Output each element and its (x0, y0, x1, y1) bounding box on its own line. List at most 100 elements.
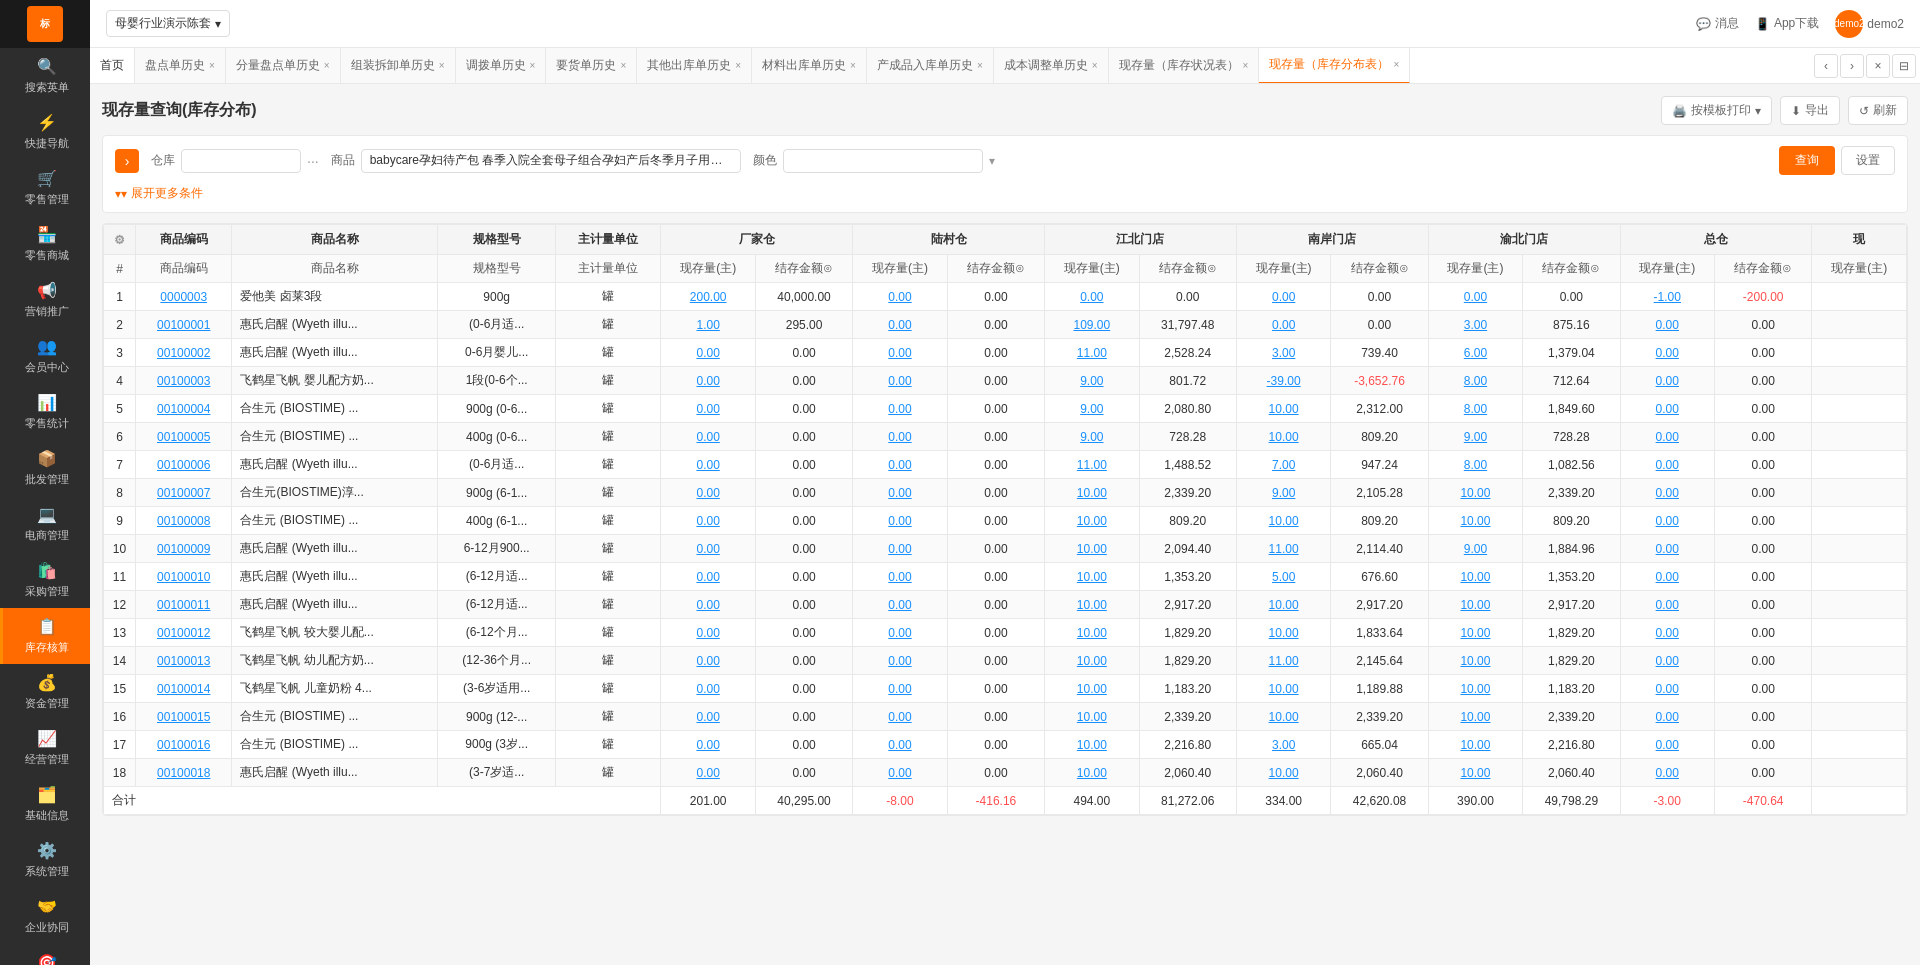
cell-c3-qty[interactable]: 109.00 (1045, 311, 1140, 339)
cell-c1-qty[interactable]: 0.00 (661, 703, 756, 731)
tabs-prev-btn[interactable]: ‹ (1814, 54, 1838, 78)
cell-c3-qty[interactable]: 11.00 (1045, 339, 1140, 367)
cell-c1-qty[interactable]: 0.00 (661, 731, 756, 759)
tab-close-demand[interactable]: × (620, 60, 626, 71)
tab-stock-status[interactable]: 现存量（库存状况表）× (1109, 48, 1260, 84)
cell-c4-qty[interactable]: -39.00 (1236, 367, 1331, 395)
cell-c1-qty[interactable]: 0.00 (661, 479, 756, 507)
cell-c2-qty[interactable]: 0.00 (853, 507, 948, 535)
cell-c2-qty[interactable]: 0.00 (853, 451, 948, 479)
cell-c1-qty[interactable]: 0.00 (661, 423, 756, 451)
cell-code[interactable]: 00100006 (136, 451, 232, 479)
sidebar-item-operations[interactable]: 📈经营管理 (0, 720, 90, 776)
sidebar-item-retail[interactable]: 🛒零售管理 (0, 160, 90, 216)
cell-c1-qty[interactable]: 0.00 (661, 675, 756, 703)
cell-c5-qty[interactable]: 3.00 (1428, 311, 1523, 339)
cell-total-qty[interactable]: 0.00 (1620, 703, 1715, 731)
cell-c4-qty[interactable]: 3.00 (1236, 339, 1331, 367)
cell-c3-qty[interactable]: 10.00 (1045, 535, 1140, 563)
color-input[interactable] (783, 149, 983, 173)
cell-c3-qty[interactable]: 10.00 (1045, 591, 1140, 619)
cell-c5-qty[interactable]: 10.00 (1428, 647, 1523, 675)
sidebar-item-finance[interactable]: 💰资金管理 (0, 664, 90, 720)
cell-total-qty[interactable]: 0.00 (1620, 647, 1715, 675)
cell-code[interactable]: 00100016 (136, 731, 232, 759)
sidebar-item-system[interactable]: ⚙️系统管理 (0, 832, 90, 888)
app-download-action[interactable]: 📱 App下载 (1755, 15, 1819, 32)
cell-c4-qty[interactable]: 11.00 (1236, 647, 1331, 675)
cell-c4-qty[interactable]: 7.00 (1236, 451, 1331, 479)
settings-button[interactable]: 设置 (1841, 146, 1895, 175)
cell-c3-qty[interactable]: 10.00 (1045, 647, 1140, 675)
cell-c4-qty[interactable]: 10.00 (1236, 591, 1331, 619)
sidebar-item-wholesale[interactable]: 📦批发管理 (0, 440, 90, 496)
cell-c3-qty[interactable]: 0.00 (1045, 283, 1140, 311)
tab-transfer[interactable]: 调拨单历史× (456, 48, 547, 84)
cell-c5-qty[interactable]: 10.00 (1428, 591, 1523, 619)
cell-c3-qty[interactable]: 10.00 (1045, 675, 1140, 703)
cell-total-qty[interactable]: 0.00 (1620, 507, 1715, 535)
tabs-expand-btn[interactable]: ⊟ (1892, 54, 1916, 78)
tab-close-split-inventory[interactable]: × (324, 60, 330, 71)
cell-code[interactable]: 00100011 (136, 591, 232, 619)
sidebar-item-guide[interactable]: 🎯新手引导 (0, 944, 90, 965)
tab-split-inventory[interactable]: 分量盘点单历史× (226, 48, 341, 84)
tab-close-cost-adjust[interactable]: × (1092, 60, 1098, 71)
cell-total-qty[interactable]: 0.00 (1620, 619, 1715, 647)
cell-c1-qty[interactable]: 0.00 (661, 619, 756, 647)
tab-close-inventory-single[interactable]: × (209, 60, 215, 71)
cell-c3-qty[interactable]: 9.00 (1045, 423, 1140, 451)
cell-total-qty[interactable]: 0.00 (1620, 367, 1715, 395)
cell-c1-qty[interactable]: 0.00 (661, 591, 756, 619)
cell-c5-qty[interactable]: 10.00 (1428, 619, 1523, 647)
cell-total-qty[interactable]: 0.00 (1620, 731, 1715, 759)
cell-c1-qty[interactable]: 0.00 (661, 395, 756, 423)
cell-c5-qty[interactable]: 10.00 (1428, 703, 1523, 731)
cell-c4-qty[interactable]: 3.00 (1236, 731, 1331, 759)
cell-c1-qty[interactable]: 200.00 (661, 283, 756, 311)
sidebar-item-retail-mall[interactable]: 🏪零售商城 (0, 216, 90, 272)
tab-home[interactable]: 首页 (90, 48, 135, 84)
cell-c1-qty[interactable]: 0.00 (661, 507, 756, 535)
cell-c5-qty[interactable]: 10.00 (1428, 563, 1523, 591)
tab-product-in[interactable]: 产成品入库单历史× (867, 48, 994, 84)
cell-c1-qty[interactable]: 0.00 (661, 647, 756, 675)
cell-c3-qty[interactable]: 11.00 (1045, 451, 1140, 479)
cell-c2-qty[interactable]: 0.00 (853, 591, 948, 619)
cell-c1-qty[interactable]: 0.00 (661, 367, 756, 395)
user-action[interactable]: demo2 demo2 (1835, 10, 1904, 38)
cell-total-qty[interactable]: 0.00 (1620, 339, 1715, 367)
filter-toggle-btn[interactable]: › (115, 149, 139, 173)
cell-code[interactable]: 0000003 (136, 283, 232, 311)
cell-code[interactable]: 00100014 (136, 675, 232, 703)
cell-code[interactable]: 00100007 (136, 479, 232, 507)
sidebar-item-search[interactable]: 🔍搜索英单 (0, 48, 90, 104)
cell-c5-qty[interactable]: 10.00 (1428, 675, 1523, 703)
cell-c1-qty[interactable]: 0.00 (661, 563, 756, 591)
cell-c2-qty[interactable]: 0.00 (853, 731, 948, 759)
sidebar-item-quick-nav[interactable]: ⚡快捷导航 (0, 104, 90, 160)
cell-code[interactable]: 00100008 (136, 507, 232, 535)
cell-c5-qty[interactable]: 10.00 (1428, 507, 1523, 535)
cell-c4-qty[interactable]: 11.00 (1236, 535, 1331, 563)
tabs-close-btn[interactable]: × (1866, 54, 1890, 78)
cell-code[interactable]: 00100018 (136, 759, 232, 787)
tab-close-stock-dist[interactable]: × (1393, 59, 1399, 70)
cell-code[interactable]: 00100002 (136, 339, 232, 367)
store-selector[interactable]: 母婴行业演示陈套 ▾ (106, 10, 230, 37)
sidebar-item-ecommerce[interactable]: 💻电商管理 (0, 496, 90, 552)
tab-other-out[interactable]: 其他出库单历史× (637, 48, 752, 84)
cell-c2-qty[interactable]: 0.00 (853, 647, 948, 675)
cell-code[interactable]: 00100013 (136, 647, 232, 675)
cell-total-qty[interactable]: 0.00 (1620, 563, 1715, 591)
cell-c2-qty[interactable]: 0.00 (853, 311, 948, 339)
cell-c2-qty[interactable]: 0.00 (853, 283, 948, 311)
cell-c5-qty[interactable]: 9.00 (1428, 423, 1523, 451)
cell-total-qty[interactable]: 0.00 (1620, 759, 1715, 787)
cell-c1-qty[interactable]: 0.00 (661, 451, 756, 479)
cell-c5-qty[interactable]: 6.00 (1428, 339, 1523, 367)
cell-c4-qty[interactable]: 10.00 (1236, 675, 1331, 703)
cell-code[interactable]: 00100015 (136, 703, 232, 731)
cell-c5-qty[interactable]: 8.00 (1428, 395, 1523, 423)
cell-total-qty[interactable]: 0.00 (1620, 451, 1715, 479)
